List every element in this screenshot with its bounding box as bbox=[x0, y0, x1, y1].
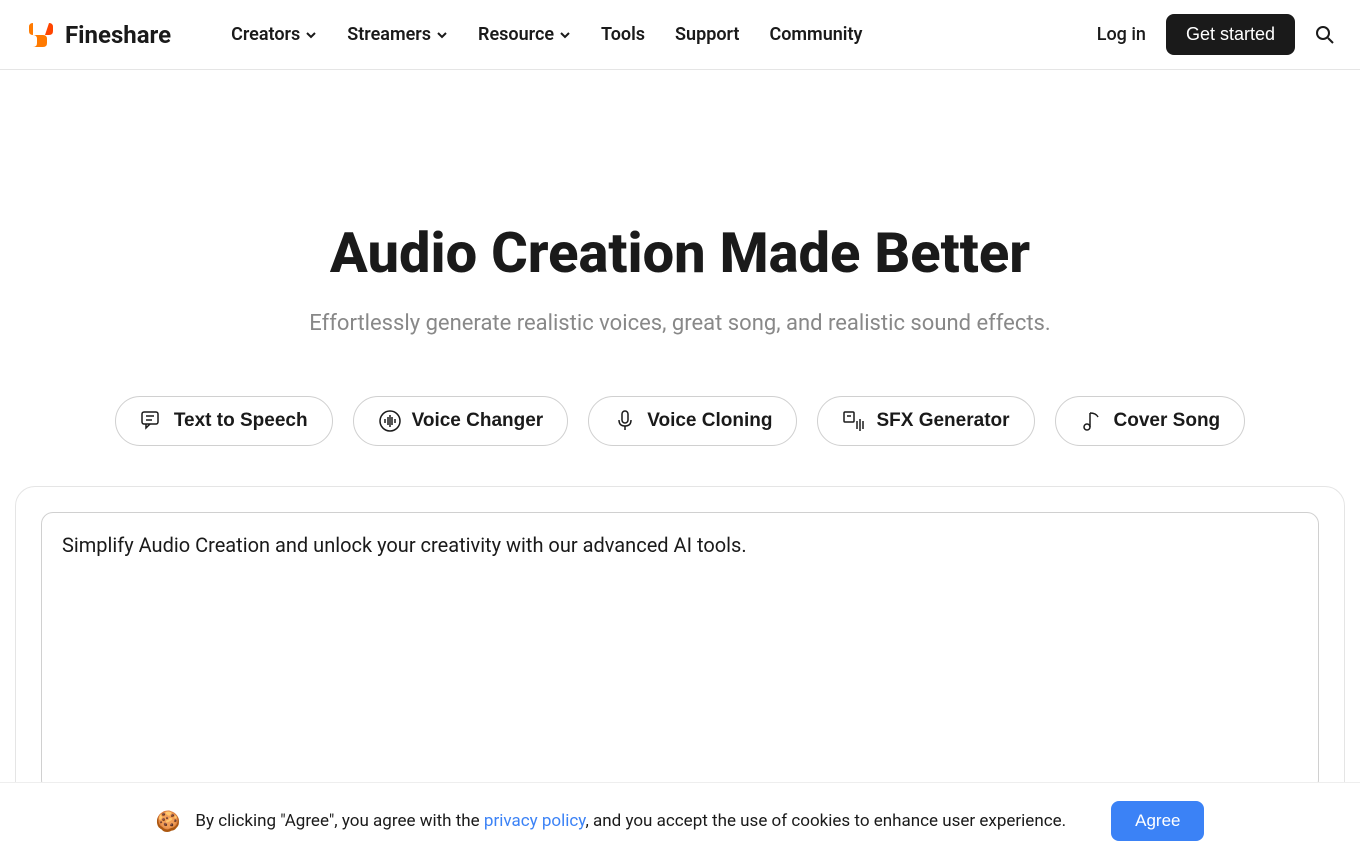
search-icon[interactable] bbox=[1315, 25, 1335, 45]
cookie-banner: 🍪 By clicking "Agree", you agree with th… bbox=[0, 782, 1360, 859]
nav-streamers[interactable]: Streamers bbox=[347, 24, 448, 45]
hero: Audio Creation Made Better Effortlessly … bbox=[0, 70, 1360, 396]
chevron-down-icon bbox=[559, 29, 571, 41]
nav-support-label: Support bbox=[675, 24, 739, 45]
tab-label: Text to Speech bbox=[174, 410, 308, 432]
privacy-policy-link[interactable]: privacy policy bbox=[484, 811, 586, 831]
content-description: Simplify Audio Creation and unlock your … bbox=[62, 533, 1298, 557]
tab-text-to-speech[interactable]: Text to Speech bbox=[115, 396, 333, 446]
tab-label: Voice Cloning bbox=[647, 410, 772, 432]
get-started-button[interactable]: Get started bbox=[1166, 14, 1295, 55]
hero-subtitle: Effortlessly generate realistic voices, … bbox=[20, 311, 1340, 336]
tab-label: SFX Generator bbox=[876, 410, 1009, 432]
chevron-down-icon bbox=[305, 29, 317, 41]
soundwave-icon bbox=[378, 409, 402, 433]
agree-button[interactable]: Agree bbox=[1111, 801, 1204, 841]
cookie-text: By clicking "Agree", you agree with the … bbox=[195, 811, 1066, 831]
microphone-icon bbox=[613, 409, 637, 433]
main-nav: Creators Streamers Resource Tools Suppor… bbox=[231, 24, 862, 45]
nav-left: Fineshare Creators Streamers Resource To… bbox=[25, 19, 862, 51]
tab-label: Voice Changer bbox=[412, 410, 544, 432]
nav-creators[interactable]: Creators bbox=[231, 24, 317, 45]
nav-community-label: Community bbox=[769, 24, 862, 45]
cookie-text-before: By clicking "Agree", you agree with the bbox=[195, 811, 483, 831]
hero-title: Audio Creation Made Better bbox=[20, 220, 1340, 286]
tab-cover-song[interactable]: Cover Song bbox=[1055, 396, 1246, 446]
tab-voice-cloning[interactable]: Voice Cloning bbox=[588, 396, 797, 446]
speech-bubble-icon bbox=[140, 409, 164, 433]
content-inner-box: Simplify Audio Creation and unlock your … bbox=[41, 512, 1319, 792]
nav-community[interactable]: Community bbox=[769, 24, 862, 45]
nav-resource[interactable]: Resource bbox=[478, 24, 571, 45]
nav-creators-label: Creators bbox=[231, 24, 300, 45]
header-right: Log in Get started bbox=[1097, 14, 1335, 55]
feature-tabs: Text to Speech Voice Changer Voice Cloni… bbox=[0, 396, 1360, 486]
login-link[interactable]: Log in bbox=[1097, 24, 1146, 45]
nav-streamers-label: Streamers bbox=[347, 24, 431, 45]
nav-tools-label: Tools bbox=[601, 24, 645, 45]
music-note-icon bbox=[1080, 409, 1104, 433]
nav-support[interactable]: Support bbox=[675, 24, 739, 45]
header: Fineshare Creators Streamers Resource To… bbox=[0, 0, 1360, 70]
logo[interactable]: Fineshare bbox=[25, 19, 171, 51]
tab-sfx-generator[interactable]: SFX Generator bbox=[817, 396, 1034, 446]
content-box: Simplify Audio Creation and unlock your … bbox=[15, 486, 1345, 818]
chevron-down-icon bbox=[436, 29, 448, 41]
cookie-icon: 🍪 bbox=[156, 809, 181, 833]
tab-voice-changer[interactable]: Voice Changer bbox=[353, 396, 569, 446]
cookie-text-after: , and you accept the use of cookies to e… bbox=[585, 811, 1066, 831]
nav-tools[interactable]: Tools bbox=[601, 24, 645, 45]
sfx-icon bbox=[842, 409, 866, 433]
tab-label: Cover Song bbox=[1114, 410, 1221, 432]
nav-resource-label: Resource bbox=[478, 24, 554, 45]
logo-icon bbox=[25, 19, 57, 51]
logo-text: Fineshare bbox=[65, 21, 171, 49]
